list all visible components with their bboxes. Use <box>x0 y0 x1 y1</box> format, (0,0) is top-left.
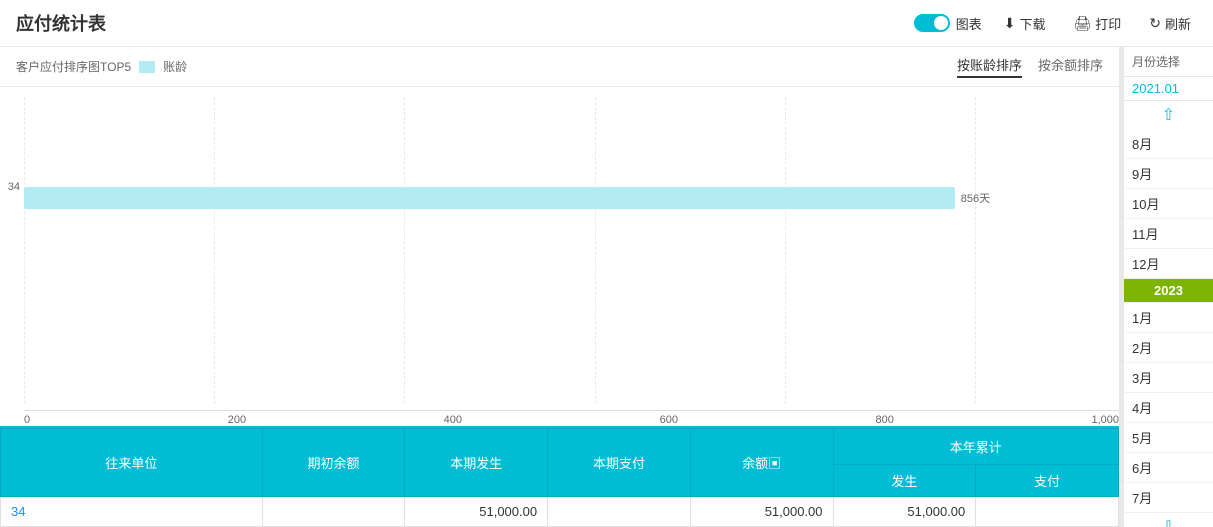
month-item-7[interactable]: 7月 <box>1124 483 1213 513</box>
month-item-3[interactable]: 3月 <box>1124 363 1213 393</box>
chart-area: 34 856天 0 200 400 600 800 1,000 <box>0 87 1119 426</box>
th-current-occurrence: 本期发生 <box>405 429 548 497</box>
chart-sort-buttons: 按账龄排序 按余额排序 <box>957 55 1103 78</box>
main-content: 客户应付排序图TOP5 账龄 按账龄排序 按余额排序 <box>0 47 1213 527</box>
legend-text: 客户应付排序图TOP5 <box>16 58 131 75</box>
chart-toggle-wrapper[interactable]: 图表 <box>914 14 982 33</box>
cell-current-payment <box>548 497 691 527</box>
chart-toggle-label: 图表 <box>956 14 982 33</box>
refresh-button[interactable]: ↻ 刷新 <box>1143 12 1197 35</box>
grid-line-800 <box>785 97 786 404</box>
chart-section: 客户应付排序图TOP5 账龄 按账龄排序 按余额排序 <box>0 47 1119 527</box>
month-item-5[interactable]: 5月 <box>1124 423 1213 453</box>
refresh-icon: ↻ <box>1149 15 1161 32</box>
month-item-11[interactable]: 11月 <box>1124 219 1213 249</box>
cell-ytd-occurrence: 51,000.00 <box>833 497 976 527</box>
chart-toggle[interactable] <box>914 14 950 32</box>
th-opening-balance: 期初余额 <box>262 429 405 497</box>
th-current-payment: 本期支付 <box>548 429 691 497</box>
th-ytd: 本年累计 <box>833 429 1118 465</box>
month-item-9[interactable]: 9月 <box>1124 159 1213 189</box>
table-row: 34 51,000.00 51,000.00 51,000.00 <box>1 497 1119 527</box>
month-item-8[interactable]: 8月 <box>1124 129 1213 159</box>
legend-box-label: 账龄 <box>163 58 187 75</box>
th-source-unit: 往来单位 <box>1 429 263 497</box>
month-panel: 月份选择 2021.01 ⇧ 8月 9月 10月 11月 12月 2023 1月… <box>1123 47 1213 527</box>
header-actions: 图表 ⬇ 下载 🖨 打印 ↻ 刷新 <box>914 12 1197 35</box>
print-button[interactable]: 🖨 打印 <box>1067 12 1127 35</box>
bar-end-label: 856天 <box>961 190 990 206</box>
month-item-4[interactable]: 4月 <box>1124 393 1213 423</box>
download-button[interactable]: ⬇ 下载 <box>998 12 1052 35</box>
month-item-2[interactable]: 2月 <box>1124 333 1213 363</box>
cell-opening-balance <box>262 497 405 527</box>
download-icon: ⬇ <box>1004 15 1016 32</box>
cell-balance: 51,000.00 <box>690 497 833 527</box>
th-balance: 余额▣ <box>690 429 833 497</box>
grid-line-200 <box>214 97 215 404</box>
year-label-2023: 2023 <box>1124 279 1213 303</box>
x-axis-1000: 1,000 <box>1091 414 1119 426</box>
sort-by-amount-button[interactable]: 按余额排序 <box>1038 55 1103 78</box>
grid-line-0 <box>24 97 25 404</box>
grid-line-600 <box>595 97 596 404</box>
print-icon: 🖨 <box>1073 15 1091 32</box>
x-axis: 0 200 400 600 800 1,000 <box>24 410 1119 426</box>
sort-by-balance-button[interactable]: 按账龄排序 <box>957 55 1022 78</box>
download-label: 下载 <box>1019 14 1045 33</box>
month-nav-down-button[interactable]: ⇩ <box>1124 513 1213 527</box>
x-axis-600: 600 <box>660 414 678 426</box>
cell-current-occurrence: 51,000.00 <box>405 497 548 527</box>
grid-line-1000 <box>975 97 976 404</box>
table-wrapper: 往来单位 期初余额 本期发生 本期支付 余额▣ 本年累计 发生 支付 <box>0 428 1119 527</box>
bar-fill <box>24 187 955 209</box>
cell-source-unit[interactable]: 34 <box>1 497 263 527</box>
table-section: 往来单位 期初余额 本期发生 本期支付 余额▣ 本年累计 发生 支付 <box>0 426 1119 527</box>
th-ytd-payment: 支付 <box>976 465 1119 497</box>
page-title: 应付统计表 <box>16 10 106 36</box>
month-item-10[interactable]: 10月 <box>1124 189 1213 219</box>
grid-line-400 <box>404 97 405 404</box>
refresh-label: 刷新 <box>1165 14 1191 33</box>
month-item-12[interactable]: 12月 <box>1124 249 1213 279</box>
x-axis-200: 200 <box>228 414 246 426</box>
x-axis-0: 0 <box>24 414 30 426</box>
month-item-6[interactable]: 6月 <box>1124 453 1213 483</box>
month-nav-up-button[interactable]: ⇧ <box>1124 101 1213 129</box>
header: 应付统计表 图表 ⬇ 下载 🖨 打印 ↻ 刷新 <box>0 0 1213 47</box>
table-header-row: 往来单位 期初余额 本期发生 本期支付 余额▣ 本年累计 <box>1 429 1119 465</box>
bar-y-label: 34 <box>0 181 20 193</box>
x-axis-400: 400 <box>444 414 462 426</box>
chart-top-bar: 客户应付排序图TOP5 账龄 按账龄排序 按余额排序 <box>0 47 1119 87</box>
main-table: 往来单位 期初余额 本期发生 本期支付 余额▣ 本年累计 发生 支付 <box>0 428 1119 527</box>
month-item-1[interactable]: 1月 <box>1124 303 1213 333</box>
th-ytd-occurrence: 发生 <box>833 465 976 497</box>
legend-color-box <box>139 61 155 73</box>
month-panel-year[interactable]: 2021.01 <box>1124 77 1213 101</box>
chart-legend: 客户应付排序图TOP5 账龄 <box>16 58 187 75</box>
month-panel-header: 月份选择 <box>1124 47 1213 77</box>
x-axis-800: 800 <box>876 414 894 426</box>
cell-ytd-payment <box>976 497 1119 527</box>
print-label: 打印 <box>1095 14 1121 33</box>
